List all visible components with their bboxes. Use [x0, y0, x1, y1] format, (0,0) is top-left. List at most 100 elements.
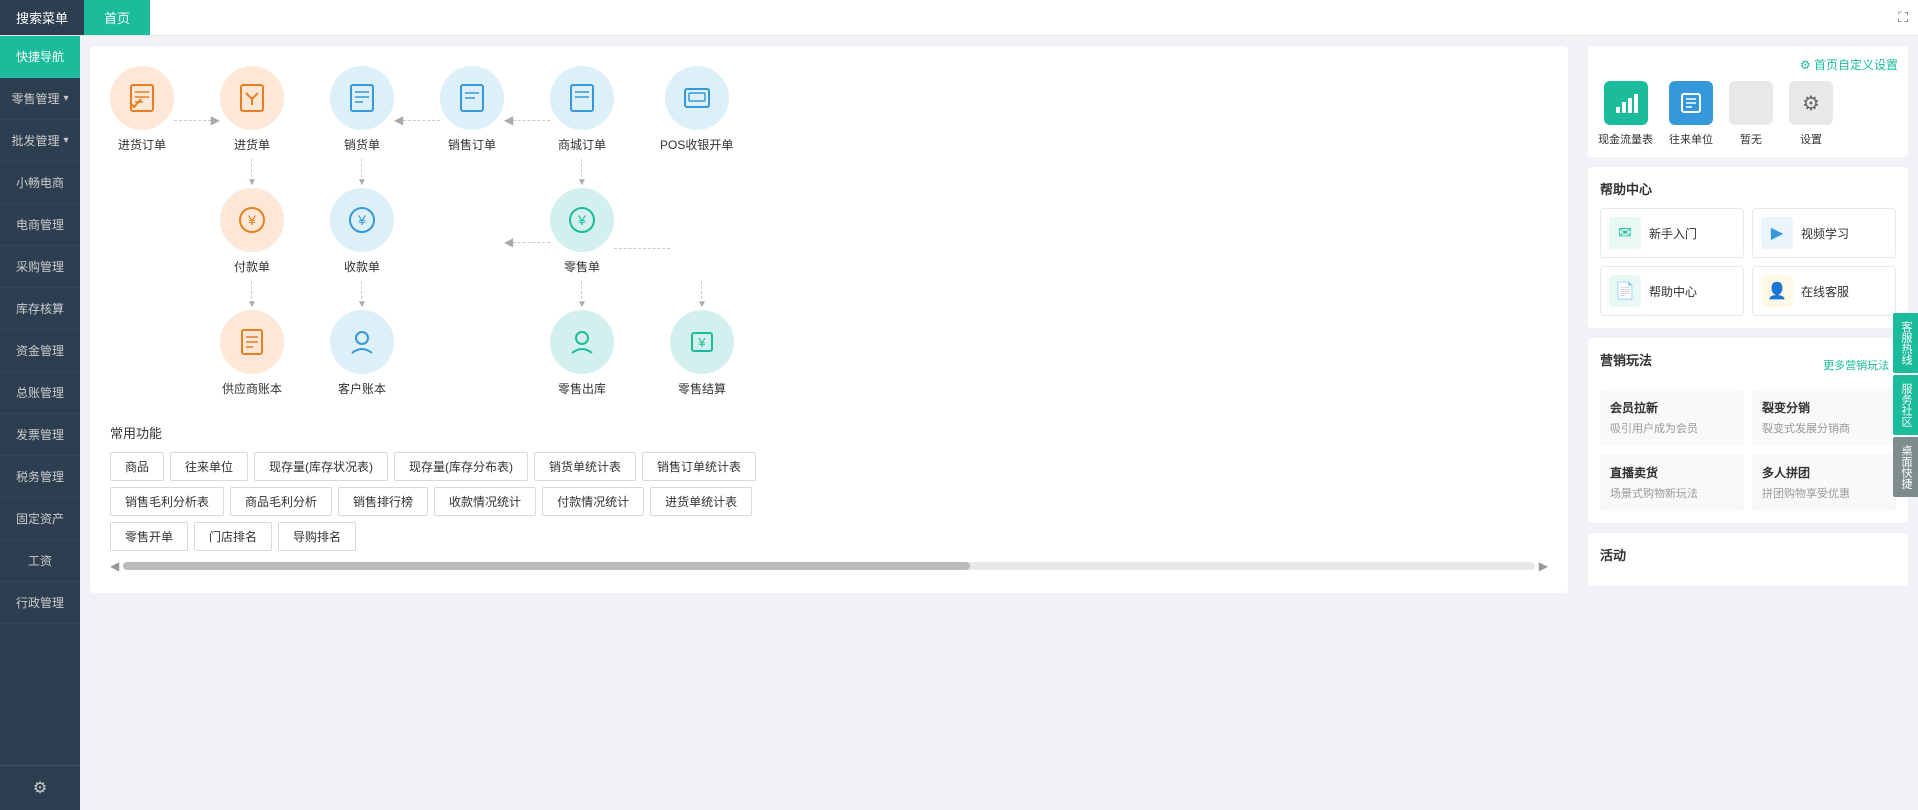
scroll-track[interactable]: [123, 562, 1535, 570]
sidebar-item-quick-nav[interactable]: 快捷导航: [0, 36, 80, 78]
help-helpcenter-icon: 📄: [1609, 275, 1641, 307]
help-video-icon: ▶: [1761, 217, 1793, 249]
search-menu-btn[interactable]: 搜索菜单: [0, 0, 84, 35]
func-btn-guide-rank[interactable]: 导购排名: [278, 522, 356, 551]
sidebar-item-tax[interactable]: 税务管理: [0, 456, 80, 498]
node-purchase-order[interactable]: 进货订单: [110, 66, 174, 153]
mkt-split-desc: 裂变式发展分销商: [1762, 420, 1886, 436]
topbar-right: ⛶: [1898, 9, 1918, 26]
func-btn-retail-order[interactable]: 零售开单: [110, 522, 188, 551]
sidebar-item-wholesale[interactable]: 批发管理 ▾: [0, 120, 80, 162]
sidebar-item-retail-label: 零售管理: [11, 90, 59, 107]
scrollbar-row: ◀ ▶: [110, 559, 1548, 573]
help-helpcenter-label: 帮助中心: [1649, 283, 1697, 300]
qa-contacts-icon: [1669, 81, 1713, 125]
home-tab[interactable]: 首页: [84, 0, 150, 35]
node-sales-bill-label: 销货单: [344, 136, 380, 153]
func-btn-stock-status[interactable]: 现存量(库存状况表): [254, 452, 388, 481]
node-mall-order[interactable]: 商城订单: [550, 66, 614, 153]
func-btn-sales-rank[interactable]: 销售排行榜: [338, 487, 428, 516]
qa-settings-icon: ⚙: [1789, 81, 1833, 125]
mkt-item-split[interactable]: 裂变分销 裂变式发展分销商: [1752, 389, 1896, 446]
marketing-header: 营销玩法 更多营销玩法 ›: [1600, 350, 1896, 379]
node-sales-bill[interactable]: 销货单: [330, 66, 394, 153]
node-receipt[interactable]: ¥ 收款单: [330, 188, 394, 275]
func-btn-purchase-stat[interactable]: 进货单统计表: [650, 487, 752, 516]
func-btn-goods-margin[interactable]: 商品毛利分析: [230, 487, 332, 516]
help-item-helpcenter[interactable]: 📄 帮助中心: [1600, 266, 1744, 316]
node-payment[interactable]: ¥ 付款单: [220, 188, 284, 275]
node-sales-order[interactable]: 销售订单: [440, 66, 504, 153]
sidebar-item-inventory[interactable]: 库存核算: [0, 288, 80, 330]
mkt-item-group[interactable]: 多人拼团 拼团购物享受优惠: [1752, 454, 1896, 511]
node-retail-checkout[interactable]: ¥ 零售结算: [670, 310, 734, 397]
func-btn-payment-stat[interactable]: 付款情况统计: [542, 487, 644, 516]
marketing-title: 营销玩法: [1600, 350, 1652, 369]
float-btn-community[interactable]: 服务社区: [1893, 375, 1918, 435]
sidebar-item-admin[interactable]: 行政管理: [0, 582, 80, 624]
mkt-item-member[interactable]: 会员拉新 吸引用户成为会员: [1600, 389, 1744, 446]
sidebar-item-ec[interactable]: 电商管理: [0, 204, 80, 246]
help-item-video[interactable]: ▶ 视频学习: [1752, 208, 1896, 258]
sidebar-gear-btn[interactable]: ⚙: [0, 766, 80, 810]
func-btn-goods[interactable]: 商品: [110, 452, 164, 481]
help-grid: ✉ 新手入门 ▶ 视频学习 📄 帮助中心 👤 在线客服: [1600, 208, 1896, 316]
func-btn-sales-stat[interactable]: 销货单统计表: [534, 452, 636, 481]
qa-item-settings[interactable]: ⚙ 设置: [1789, 81, 1833, 147]
svg-text:¥: ¥: [697, 335, 706, 350]
main-layout: 快捷导航 零售管理 ▾ 批发管理 ▾ 小畅电商 电商管理 采购管理 库存核算 资…: [0, 36, 1918, 810]
customize-link[interactable]: ⚙ 首页自定义设置: [1800, 56, 1898, 73]
func-btn-sales-order-stat[interactable]: 销售订单统计表: [642, 452, 756, 481]
svg-text:¥: ¥: [357, 212, 366, 228]
qa-contacts-label: 往来单位: [1669, 131, 1713, 147]
func-row-2: 销售毛利分析表 商品毛利分析 销售排行榜 收款情况统计 付款情况统计 进货单统计…: [110, 487, 1548, 516]
node-pos[interactable]: POS收银开单: [660, 66, 733, 153]
mkt-item-live[interactable]: 直播卖货 场景式购物新玩法: [1600, 454, 1744, 511]
func-btn-sales-margin[interactable]: 销售毛利分析表: [110, 487, 224, 516]
func-btn-contacts[interactable]: 往来单位: [170, 452, 248, 481]
expand-icon[interactable]: ⛶: [1898, 9, 1908, 26]
marketing-section: 营销玩法 更多营销玩法 › 会员拉新 吸引用户成为会员 裂变分销 裂变式发展分销…: [1588, 338, 1908, 523]
node-retail-outbound[interactable]: 零售出库: [550, 310, 614, 397]
scroll-left-arrow[interactable]: ◀: [110, 559, 119, 573]
func-btn-store-rank[interactable]: 门店排名: [194, 522, 272, 551]
more-marketing-link[interactable]: 更多营销玩法 ›: [1823, 357, 1896, 373]
node-supplier-account[interactable]: 供应商账本: [220, 310, 284, 397]
sidebar-item-purchase[interactable]: 采购管理: [0, 246, 80, 288]
common-functions: 常用功能 商品 往来单位 现存量(库存状况表) 现存量(库存分布表) 销货单统计…: [110, 423, 1548, 551]
sidebar-item-inventory-label: 库存核算: [16, 300, 64, 317]
sidebar-item-general-ledger-label: 总账管理: [16, 384, 64, 401]
mkt-group-title: 多人拼团: [1762, 464, 1886, 481]
sidebar-item-invoice[interactable]: 发票管理: [0, 414, 80, 456]
qa-item-none[interactable]: 暂无: [1729, 81, 1773, 147]
qa-settings-label: 设置: [1800, 131, 1822, 147]
scroll-right-arrow[interactable]: ▶: [1539, 559, 1548, 573]
help-center: 帮助中心 ✉ 新手入门 ▶ 视频学习 📄 帮助中心 👤: [1588, 167, 1908, 328]
node-sales-order-label: 销售订单: [448, 136, 496, 153]
sidebar-item-general-ledger[interactable]: 总账管理: [0, 372, 80, 414]
node-retail-bill-label: 零售单: [564, 258, 600, 275]
func-btn-stock-dist[interactable]: 现存量(库存分布表): [394, 452, 528, 481]
sidebar: 快捷导航 零售管理 ▾ 批发管理 ▾ 小畅电商 电商管理 采购管理 库存核算 资…: [0, 36, 80, 810]
float-btn-desktop[interactable]: 桌面快捷: [1893, 437, 1918, 497]
search-menu-label: 搜索菜单: [16, 8, 68, 27]
sidebar-item-fixed-assets[interactable]: 固定资产: [0, 498, 80, 540]
content-area: 进货订单 ▶ 进: [80, 36, 1918, 810]
func-btn-receipt-stat[interactable]: 收款情况统计: [434, 487, 536, 516]
qa-item-cashflow[interactable]: 现金流量表: [1598, 81, 1653, 147]
sidebar-bottom: ⚙: [0, 765, 80, 810]
node-retail-bill[interactable]: ¥ 零售单: [550, 188, 614, 275]
node-customer-account[interactable]: 客户账本: [330, 310, 394, 397]
qa-item-contacts[interactable]: 往来单位: [1669, 81, 1713, 147]
node-purchase-bill[interactable]: 进货单: [220, 66, 284, 153]
sidebar-item-xiaochang[interactable]: 小畅电商: [0, 162, 80, 204]
main-panel: 进货订单 ▶ 进: [80, 36, 1578, 810]
help-online-service-icon: 👤: [1761, 275, 1793, 307]
float-btn-service[interactable]: 客服热线: [1893, 313, 1918, 373]
help-item-online-service[interactable]: 👤 在线客服: [1752, 266, 1896, 316]
help-item-beginner[interactable]: ✉ 新手入门: [1600, 208, 1744, 258]
func-row-3: 零售开单 门店排名 导购排名: [110, 522, 1548, 551]
sidebar-item-fund[interactable]: 资金管理: [0, 330, 80, 372]
sidebar-item-payroll[interactable]: 工资: [0, 540, 80, 582]
sidebar-item-retail[interactable]: 零售管理 ▾: [0, 78, 80, 120]
